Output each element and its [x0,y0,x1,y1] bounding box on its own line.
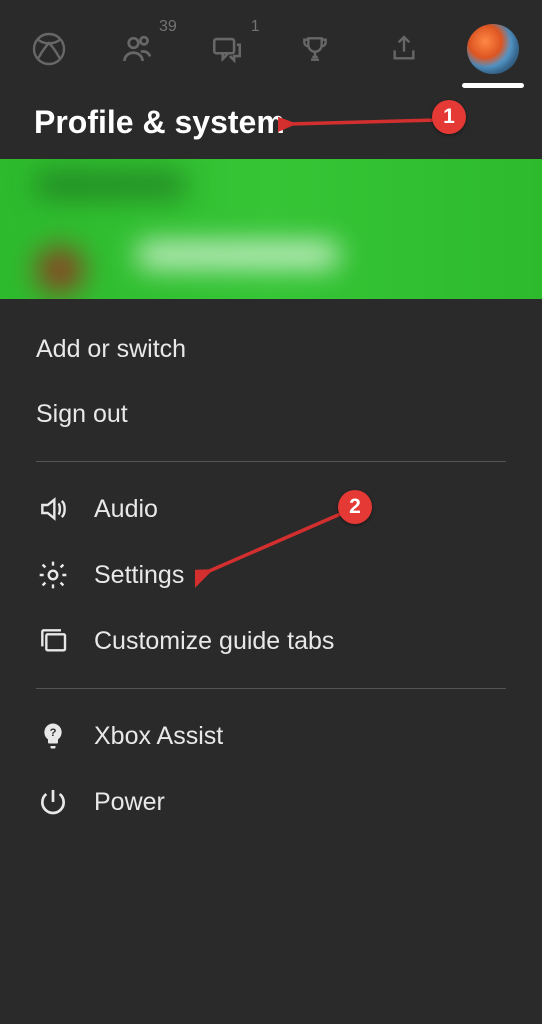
tab-profile[interactable] [468,24,518,74]
settings-item[interactable]: Settings [0,542,542,608]
divider [36,688,506,689]
tab-share[interactable] [379,24,429,74]
page-title: Profile & system [0,90,542,159]
avatar [467,24,519,74]
tab-friends[interactable]: 39 [113,24,163,74]
audio-icon [36,492,70,526]
xbox-logo-icon [31,31,67,67]
xbox-assist-item[interactable]: ? Xbox Assist [0,703,542,769]
settings-label: Settings [94,561,184,590]
guide-tabs-bar: 39 1 [0,0,542,90]
tab-chat[interactable]: 1 [202,24,252,74]
power-label: Power [94,788,165,817]
tab-home[interactable] [24,24,74,74]
active-tab-indicator [462,83,524,88]
profile-blurred-content [0,159,542,299]
customize-tabs-item[interactable]: Customize guide tabs [0,608,542,674]
audio-label: Audio [94,495,158,524]
trophy-icon [299,33,331,65]
customize-label: Customize guide tabs [94,627,334,656]
sign-out-item[interactable]: Sign out [36,382,506,447]
profile-banner[interactable] [0,159,542,299]
people-icon [120,31,156,67]
help-bulb-icon: ? [36,719,70,753]
audio-item[interactable]: Audio [0,476,542,542]
chat-badge: 1 [251,18,260,36]
customize-icon [36,624,70,658]
gear-icon [36,558,70,592]
power-icon [36,785,70,819]
chat-icon [210,32,244,66]
friends-badge: 39 [159,18,177,36]
share-icon [388,33,420,65]
divider [36,461,506,462]
power-item[interactable]: Power [0,769,542,835]
svg-text:?: ? [50,727,57,739]
assist-label: Xbox Assist [94,722,223,751]
tab-achievements[interactable] [290,24,340,74]
add-or-switch-item[interactable]: Add or switch [36,317,506,382]
account-section: Add or switch Sign out [0,299,542,447]
